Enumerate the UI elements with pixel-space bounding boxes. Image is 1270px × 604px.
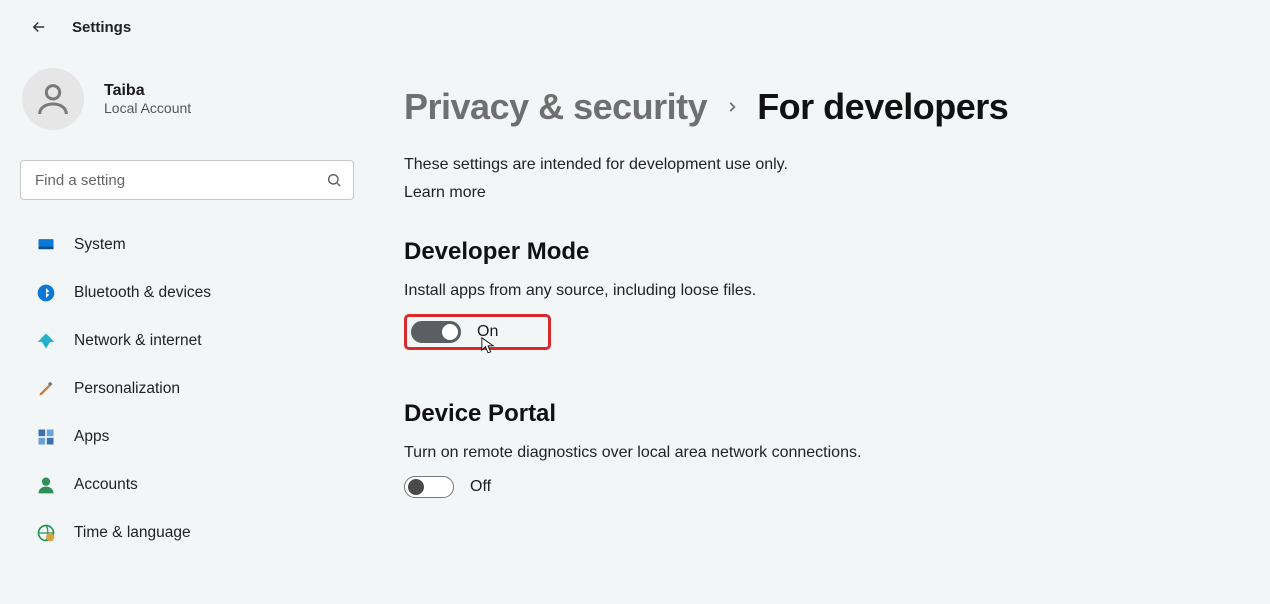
sidebar-item-label: Bluetooth & devices [74,284,211,302]
profile-account-type: Local Account [104,100,191,116]
device-portal-desc: Turn on remote diagnostics over local ar… [404,444,1230,462]
developer-mode-highlight: On [404,314,551,350]
sidebar-item-label: Network & internet [74,332,202,350]
learn-more-link[interactable]: Learn more [404,184,486,202]
search-icon [326,172,342,188]
back-icon[interactable] [30,18,48,36]
device-portal-toggle-label: Off [470,478,491,496]
breadcrumb-parent[interactable]: Privacy & security [404,86,707,128]
globe-clock-icon [36,523,56,543]
sidebar-item-label: Apps [74,428,109,446]
developer-mode-toggle-label: On [477,323,498,341]
wifi-icon [36,331,56,351]
person-icon [36,475,56,495]
sidebar-item-network[interactable]: Network & internet [20,318,354,364]
monitor-icon [36,235,56,255]
profile-block[interactable]: Taiba Local Account [20,60,354,154]
breadcrumb-current: For developers [757,86,1008,128]
profile-name: Taiba [104,82,191,100]
device-portal-title: Device Portal [404,400,1230,428]
sidebar-item-label: Accounts [74,476,138,494]
search-input[interactable] [20,160,354,200]
sidebar-item-personalization[interactable]: Personalization [20,366,354,412]
developer-mode-desc: Install apps from any source, including … [404,282,1230,300]
intro-text: These settings are intended for developm… [404,156,1230,174]
sidebar-item-label: Personalization [74,380,180,398]
breadcrumb: Privacy & security For developers [404,86,1230,128]
chevron-right-icon [725,100,739,114]
sidebar-item-apps[interactable]: Apps [20,414,354,460]
developer-mode-title: Developer Mode [404,238,1230,266]
sidebar-item-label: System [74,236,126,254]
sidebar-item-accounts[interactable]: Accounts [20,462,354,508]
sidebar-item-time-language[interactable]: Time & language [20,510,354,556]
developer-mode-toggle[interactable] [411,321,461,343]
device-portal-toggle[interactable] [404,476,454,498]
sidebar-item-label: Time & language [74,524,191,542]
sidebar-item-system[interactable]: System [20,222,354,268]
app-title: Settings [72,19,131,36]
paintbrush-icon [36,379,56,399]
sidebar-item-bluetooth[interactable]: Bluetooth & devices [20,270,354,316]
avatar [22,68,84,130]
bluetooth-icon [36,283,56,303]
apps-icon [36,427,56,447]
